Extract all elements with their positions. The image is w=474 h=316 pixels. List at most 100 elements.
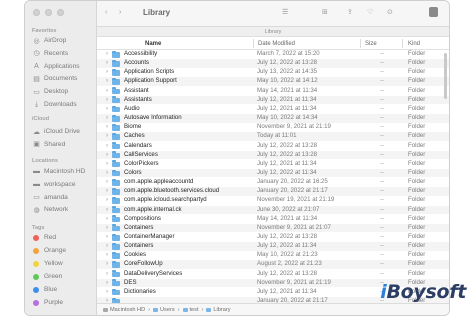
disclosure-chevron-icon[interactable]: › <box>106 215 108 224</box>
tag-red[interactable]: Red <box>32 232 94 243</box>
table-row[interactable]: › com.apple.icloud.searchpartyd November 1… <box>97 196 449 205</box>
disclosure-chevron-icon[interactable]: › <box>106 242 108 251</box>
table-row[interactable]: › Accounts July 12, 2022 at 13:28 -- Folder <box>97 59 449 68</box>
table-row[interactable]: › Containers November 9, 2021 at 21:07 -- Fo… <box>97 223 449 233</box>
table-row[interactable]: › Biome November 9, 2021 at 21:19 -- Folder <box>97 123 449 132</box>
sidebar-item-workspace[interactable]: ▬ workspace <box>32 179 94 190</box>
disclosure-chevron-icon[interactable]: › <box>106 288 108 297</box>
table-row[interactable]: › Colors July 12, 2022 at 11:34 -- Folder <box>97 168 449 178</box>
disclosure-chevron-icon[interactable]: › <box>106 114 108 123</box>
disclosure-chevron-icon[interactable]: › <box>106 68 108 77</box>
table-row[interactable]: › Assistant May 14, 2021 at 11:34 -- Folder <box>97 87 449 96</box>
date-modified: March 7, 2022 at 15:20 <box>257 50 320 57</box>
table-row[interactable]: › Autosave Information May 10, 2022 at 14:… <box>97 114 449 123</box>
table-row[interactable]: › Accessibility March 7, 2022 at 15:20 -- Fo… <box>97 50 449 59</box>
group-button[interactable]: ⊞ <box>322 8 328 18</box>
path-item[interactable]: Macintosh HD <box>103 307 145 313</box>
table-row[interactable]: › CallServices July 12, 2022 at 13:28 -- Fol… <box>97 150 449 160</box>
disclosure-chevron-icon[interactable]: › <box>106 279 108 288</box>
disclosure-chevron-icon[interactable]: › <box>106 169 108 178</box>
disclosure-chevron-icon[interactable]: › <box>106 251 108 260</box>
path-item[interactable]: Library <box>206 307 231 313</box>
disclosure-chevron-icon[interactable]: › <box>106 187 108 196</box>
minimize-button[interactable] <box>45 9 52 16</box>
sidebar-item-airdrop[interactable]: ◎ AirDrop <box>32 35 94 46</box>
table-row[interactable]: › ColorPickers July 12, 2021 at 11:34 -- Fol… <box>97 160 449 169</box>
tab-library[interactable]: Library <box>97 27 449 37</box>
disclosure-chevron-icon[interactable]: › <box>106 142 108 151</box>
disclosure-chevron-icon[interactable]: › <box>106 96 108 105</box>
vertical-scrollbar[interactable] <box>444 53 447 99</box>
table-row[interactable]: › com.apple.internal.ck June 30, 2022 at 2… <box>97 205 449 215</box>
column-name[interactable]: Name <box>145 40 161 48</box>
sidebar-item-shared[interactable]: ▣ Shared <box>32 139 94 150</box>
tag-purple[interactable]: Purple <box>32 297 94 308</box>
column-divider[interactable] <box>253 39 254 48</box>
disclosure-chevron-icon[interactable]: › <box>106 233 108 242</box>
disclosure-chevron-icon[interactable]: › <box>106 206 108 215</box>
back-button[interactable]: ‹ <box>105 8 107 18</box>
disclosure-chevron-icon[interactable]: › <box>106 87 108 96</box>
tag-orange[interactable]: Orange <box>32 245 94 256</box>
disclosure-chevron-icon[interactable]: › <box>106 123 108 132</box>
table-row[interactable]: › com.apple.bluetooth.services.cloud Janua… <box>97 187 449 196</box>
table-row[interactable]: › Caches Today at 11:01 -- Folder <box>97 132 449 141</box>
table-row[interactable]: › DataDeliveryServices July 12, 2022 at 13… <box>97 270 449 279</box>
column-divider[interactable] <box>360 39 361 48</box>
sidebar-item-downloads[interactable]: ⤓ Downloads <box>32 99 94 110</box>
path-item[interactable]: Users <box>153 307 175 313</box>
disclosure-chevron-icon[interactable]: › <box>106 224 108 233</box>
disclosure-chevron-icon[interactable]: › <box>106 160 108 169</box>
table-row[interactable]: › Containers July 12, 2022 at 11:34 -- Folde… <box>97 242 449 251</box>
table-row[interactable]: › Application Scripts July 13, 2022 at 14:… <box>97 68 449 77</box>
column-divider[interactable] <box>402 39 403 48</box>
table-row[interactable]: › CoreFollowUp August 2, 2022 at 21:23 -- Fo… <box>97 260 449 269</box>
sidebar-item-icloud-drive[interactable]: ☁ iCloud Drive <box>32 126 94 137</box>
view-list-button[interactable]: ☰ <box>282 8 288 18</box>
disclosure-chevron-icon[interactable]: › <box>106 260 108 269</box>
forward-button[interactable]: › <box>119 8 121 18</box>
column-kind[interactable]: Kind <box>408 40 420 48</box>
disclosure-chevron-icon[interactable]: › <box>106 50 108 59</box>
sidebar-item-amanda[interactable]: ▭ amanda <box>32 192 94 203</box>
disclosure-chevron-icon[interactable]: › <box>106 105 108 114</box>
more-button[interactable]: ⊙ <box>387 8 393 18</box>
column-date-modified[interactable]: Date Modified <box>258 40 295 48</box>
table-row[interactable]: › Application Support May 10, 2022 at 14:1… <box>97 77 449 86</box>
table-row[interactable]: › Assistants July 12, 2021 at 11:34 -- Folde… <box>97 95 449 105</box>
tag-yellow[interactable]: Yellow <box>32 258 94 269</box>
folder-icon <box>112 105 120 113</box>
table-row[interactable]: › Calendars July 12, 2022 at 13:28 -- Folder <box>97 142 449 151</box>
sidebar-item-applications[interactable]: A Applications <box>32 61 94 72</box>
column-size[interactable]: Size <box>365 40 377 48</box>
disclosure-chevron-icon[interactable]: › <box>106 196 108 205</box>
disclosure-chevron-icon[interactable]: › <box>106 59 108 68</box>
path-item[interactable]: test <box>182 307 199 313</box>
share-button[interactable]: ⇪ <box>347 8 353 18</box>
tag-blue[interactable]: Blue <box>32 284 94 295</box>
tag-color-dot <box>33 234 39 241</box>
table-row[interactable]: › Audio July 12, 2021 at 11:34 -- Folder <box>97 105 449 114</box>
table-row[interactable]: › ContainerManager July 12, 2022 at 13:28 -… <box>97 233 449 242</box>
tag-green[interactable]: Green <box>32 271 94 282</box>
table-row[interactable]: › Compositions May 14, 2021 at 11:34 -- Fold… <box>97 215 449 224</box>
sidebar-item-macintosh-hd[interactable]: ▬ Macintosh HD <box>32 166 94 177</box>
sidebar: Favorites ◎ AirDrop ◷ Recents A Applications ▤… <box>25 1 97 315</box>
disclosure-chevron-icon[interactable]: › <box>106 132 108 141</box>
table-row[interactable]: › com.apple.appleaccountd January 20, 2022… <box>97 178 449 187</box>
disclosure-chevron-icon[interactable]: › <box>106 270 108 279</box>
tag-button[interactable]: ♡ <box>367 8 373 18</box>
file-kind: Folder <box>408 77 426 85</box>
sidebar-item-desktop[interactable]: ▭ Desktop <box>32 86 94 97</box>
sidebar-item-documents[interactable]: ▤ Documents <box>32 73 94 84</box>
sidebar-item-recents[interactable]: ◷ Recents <box>32 48 94 59</box>
disclosure-chevron-icon[interactable]: › <box>106 151 108 160</box>
preview-button[interactable] <box>429 7 438 17</box>
sidebar-item-network[interactable]: ◍ Network <box>32 204 94 215</box>
table-row[interactable]: › Cookies May 10, 2022 at 21:23 -- Folder <box>97 251 449 260</box>
zoom-button[interactable] <box>57 9 64 16</box>
disclosure-chevron-icon[interactable]: › <box>106 77 108 86</box>
disclosure-chevron-icon[interactable]: › <box>106 178 108 187</box>
close-button[interactable] <box>33 9 40 16</box>
file-name: CoreFollowUp <box>124 260 163 268</box>
